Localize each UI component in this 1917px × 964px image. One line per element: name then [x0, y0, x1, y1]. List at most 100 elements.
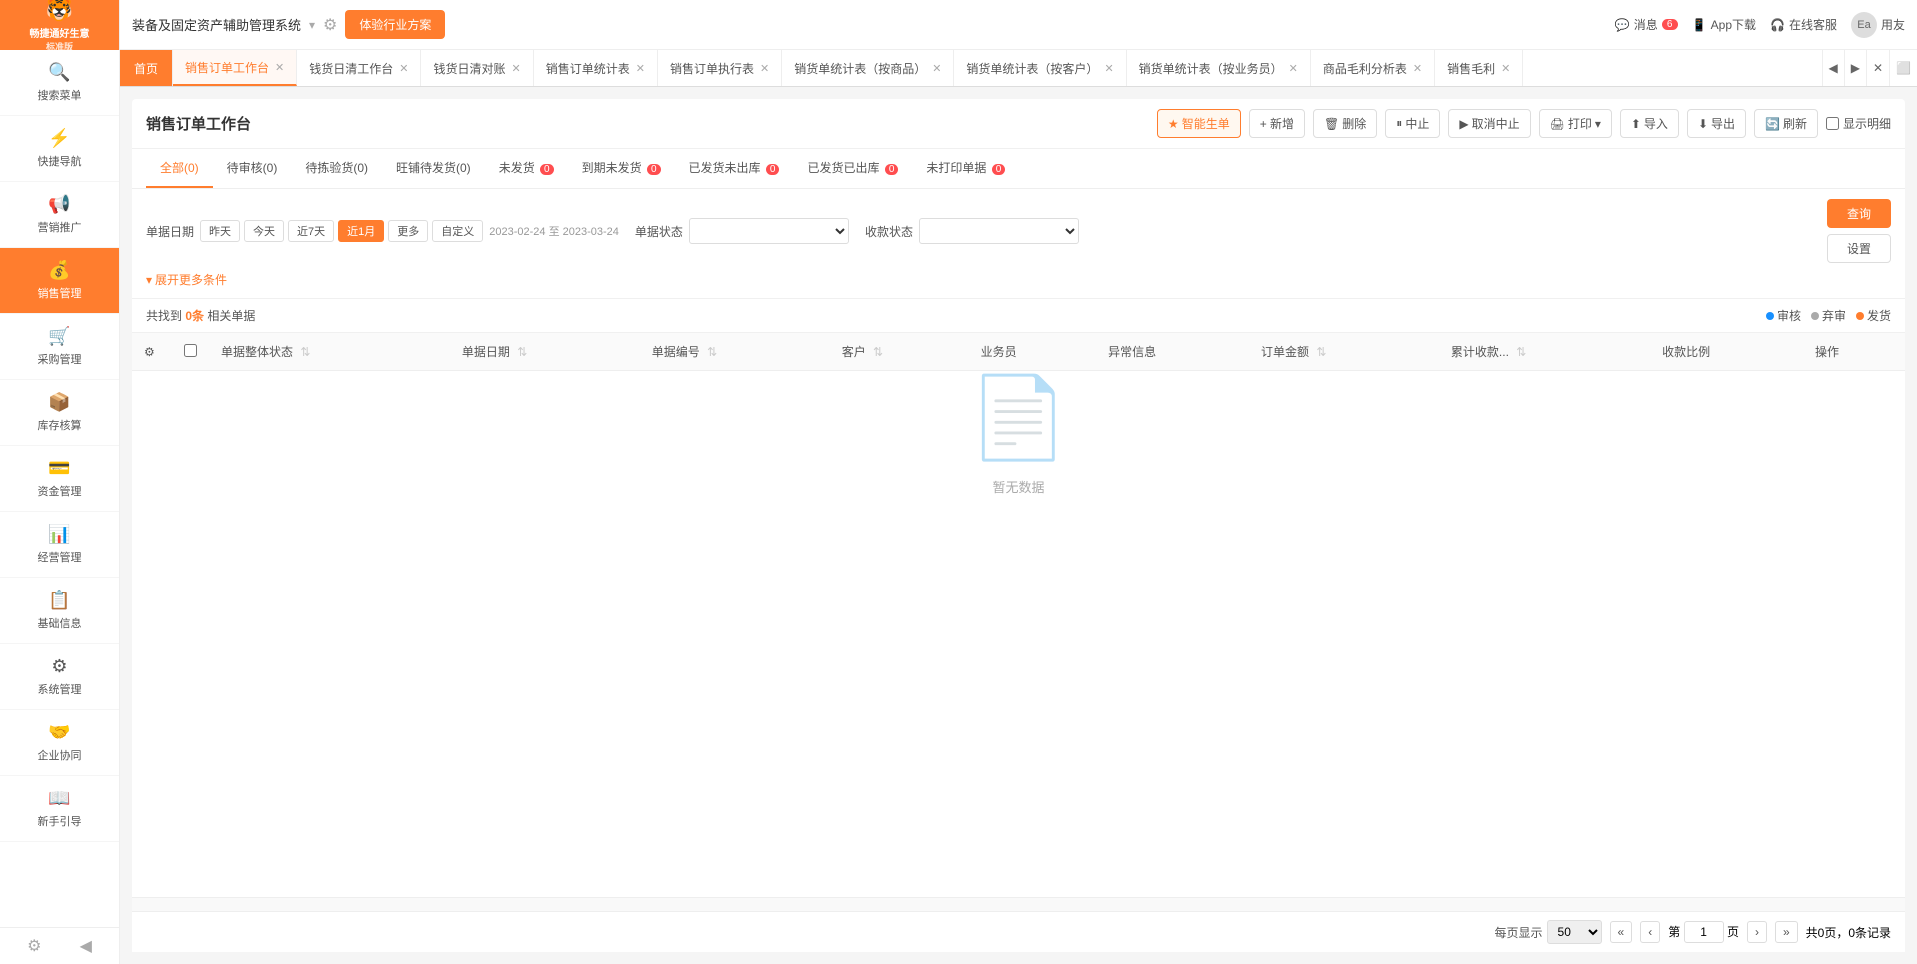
- filter-tab-unprinted[interactable]: 未打印单据 0: [912, 149, 1019, 188]
- user-profile-button[interactable]: Ea 用友: [1851, 12, 1905, 38]
- online-service-button[interactable]: 🎧 在线客服: [1770, 16, 1837, 33]
- payment-label: 收款状态: [865, 223, 913, 240]
- tab-sales-stats[interactable]: 销售订单统计表 ✕: [534, 50, 658, 86]
- filter-tab-all[interactable]: 全部(0): [146, 149, 213, 188]
- app-download-button[interactable]: 📱 App下载: [1692, 16, 1756, 33]
- tab-sales-product[interactable]: 销货单统计表（按商品） ✕: [782, 50, 954, 86]
- tab-sales-exec[interactable]: 销售订单执行表 ✕: [658, 50, 782, 86]
- tab-scroll-right[interactable]: ▶: [1844, 50, 1866, 86]
- refresh-button[interactable]: 🔄 刷新: [1754, 109, 1818, 138]
- finance-icon: 💳: [48, 458, 70, 479]
- tab-cash-reconcile-close[interactable]: ✕: [512, 62, 521, 75]
- show-detail-input[interactable]: [1826, 117, 1839, 130]
- sidebar-settings-btn[interactable]: ⚙: [27, 936, 41, 956]
- sort-customer-icon[interactable]: ⇅: [873, 345, 883, 359]
- tab-gross-sales[interactable]: 销售毛利 ✕: [1435, 50, 1523, 86]
- per-page-select[interactable]: 50 100 200: [1547, 920, 1602, 944]
- sidebar-item-finance[interactable]: 💳 资金管理: [0, 446, 119, 512]
- sort-status-icon[interactable]: ⇅: [300, 345, 310, 359]
- topbar-arrow-icon[interactable]: ▾: [309, 18, 315, 32]
- sidebar-item-inventory[interactable]: 📦 库存核算: [0, 380, 119, 446]
- pause-button[interactable]: ⏸ 中止: [1385, 109, 1440, 138]
- filter-tab-inspect[interactable]: 待拣验货(0): [291, 149, 382, 188]
- page-input[interactable]: [1684, 921, 1724, 943]
- add-button[interactable]: + 新增: [1249, 109, 1305, 138]
- sidebar-item-purchase[interactable]: 🛒 采购管理: [0, 314, 119, 380]
- date-btn-7days[interactable]: 近7天: [288, 220, 334, 242]
- sidebar-label-guide: 新手引导: [38, 813, 82, 829]
- sort-number-icon[interactable]: ⇅: [707, 345, 717, 359]
- status-select[interactable]: [689, 218, 849, 244]
- sidebar-item-management[interactable]: 📊 经营管理: [0, 512, 119, 578]
- print-button[interactable]: 🖨 打印 ▾: [1539, 109, 1612, 138]
- date-btn-1month[interactable]: 近1月: [338, 220, 384, 242]
- tab-close-all[interactable]: ✕: [1866, 50, 1889, 86]
- sort-amount-icon[interactable]: ⇅: [1316, 345, 1326, 359]
- sidebar-collapse-btn[interactable]: ◀: [80, 936, 92, 956]
- tab-cash-reconcile[interactable]: 钱货日清对账 ✕: [421, 50, 533, 86]
- tab-sales-order-close[interactable]: ✕: [275, 61, 284, 74]
- tab-cash-daily-close[interactable]: ✕: [399, 62, 408, 75]
- tab-gross-sales-close[interactable]: ✕: [1501, 62, 1510, 75]
- date-btn-more[interactable]: 更多: [388, 220, 428, 242]
- tab-sales-customer-close[interactable]: ✕: [1104, 62, 1113, 75]
- filter-tab-pending[interactable]: 待审核(0): [213, 149, 292, 188]
- sidebar-item-search[interactable]: 🔍 搜索菜单: [0, 50, 119, 116]
- sidebar-item-quicknav[interactable]: ⚡ 快捷导航: [0, 116, 119, 182]
- sidebar-item-basicinfo[interactable]: 📋 基础信息: [0, 578, 119, 644]
- horizontal-scrollbar[interactable]: [132, 897, 1905, 911]
- export-button[interactable]: ⬇ 导出: [1687, 109, 1746, 138]
- sidebar-item-cooperation[interactable]: 🤝 企业协同: [0, 710, 119, 776]
- approve-action[interactable]: 审核: [1766, 307, 1801, 324]
- filter-tab-wangpu[interactable]: 旺铺待发货(0): [382, 149, 485, 188]
- filter-tab-shipped-noout[interactable]: 已发货未出库 0: [675, 149, 794, 188]
- sort-date-icon[interactable]: ⇅: [517, 345, 527, 359]
- date-btn-yesterday[interactable]: 昨天: [200, 220, 240, 242]
- import-button[interactable]: ⬆ 导入: [1620, 109, 1679, 138]
- next-page-button[interactable]: ›: [1747, 921, 1767, 943]
- ship-action[interactable]: 发货: [1856, 307, 1891, 324]
- expand-label: 展开更多条件: [155, 271, 227, 288]
- tab-sales-order[interactable]: 销售订单工作台 ✕: [173, 50, 297, 86]
- sort-received-icon[interactable]: ⇅: [1516, 345, 1526, 359]
- tab-scroll-left[interactable]: ◀: [1822, 50, 1844, 86]
- first-page-button[interactable]: «: [1610, 921, 1633, 943]
- tab-sales-customer[interactable]: 销货单统计表（按客户） ✕: [954, 50, 1126, 86]
- filter-tab-shipped-out[interactable]: 已发货已出库 0: [793, 149, 912, 188]
- tab-maximize[interactable]: ⬜: [1889, 50, 1917, 86]
- smart-create-button[interactable]: ★ 智能生单: [1157, 109, 1241, 138]
- sidebar-item-system[interactable]: ⚙ 系统管理: [0, 644, 119, 710]
- last-page-button[interactable]: »: [1775, 921, 1798, 943]
- date-btn-custom[interactable]: 自定义: [432, 220, 483, 242]
- tab-sales-staff-close[interactable]: ✕: [1289, 62, 1298, 75]
- col-config[interactable]: ⚙: [132, 333, 172, 371]
- sidebar-item-sales[interactable]: 💰 销售管理: [0, 248, 119, 314]
- cancel-approve-action[interactable]: 弃审: [1811, 307, 1846, 324]
- tab-gross-product[interactable]: 商品毛利分析表 ✕: [1311, 50, 1435, 86]
- setting-button[interactable]: 设置: [1827, 234, 1891, 263]
- prev-page-button[interactable]: ‹: [1640, 921, 1660, 943]
- tab-sales-product-close[interactable]: ✕: [932, 62, 941, 75]
- payment-select[interactable]: [919, 218, 1079, 244]
- filter-tab-unshipped[interactable]: 未发货 0: [485, 149, 568, 188]
- col-status-label: 单据整体状态: [221, 345, 293, 359]
- check-all[interactable]: [184, 344, 197, 357]
- tab-home[interactable]: 首页: [120, 50, 173, 86]
- tab-sales-exec-close[interactable]: ✕: [760, 62, 769, 75]
- expand-conditions-button[interactable]: ▾ 展开更多条件: [146, 271, 1891, 288]
- query-button[interactable]: 查询: [1827, 199, 1891, 228]
- show-detail-checkbox[interactable]: 显示明细: [1826, 115, 1891, 132]
- tab-sales-stats-close[interactable]: ✕: [636, 62, 645, 75]
- message-button[interactable]: 💬 消息 6: [1615, 16, 1678, 33]
- sidebar-item-marketing[interactable]: 📢 营销推广: [0, 182, 119, 248]
- tab-sales-staff[interactable]: 销货单统计表（按业务员） ✕: [1127, 50, 1311, 86]
- delete-button[interactable]: 🗑 删除: [1313, 109, 1377, 138]
- sidebar-item-guide[interactable]: 📖 新手引导: [0, 776, 119, 842]
- topbar-gear-icon[interactable]: ⚙: [323, 15, 337, 35]
- tab-gross-product-close[interactable]: ✕: [1413, 62, 1422, 75]
- filter-tab-overdue[interactable]: 到期未发货 0: [568, 149, 675, 188]
- cancel-pause-button[interactable]: ▶ 取消中止: [1448, 109, 1530, 138]
- tab-cash-daily[interactable]: 钱货日清工作台 ✕: [297, 50, 421, 86]
- date-btn-today[interactable]: 今天: [244, 220, 284, 242]
- solution-button[interactable]: 体验行业方案: [345, 10, 445, 39]
